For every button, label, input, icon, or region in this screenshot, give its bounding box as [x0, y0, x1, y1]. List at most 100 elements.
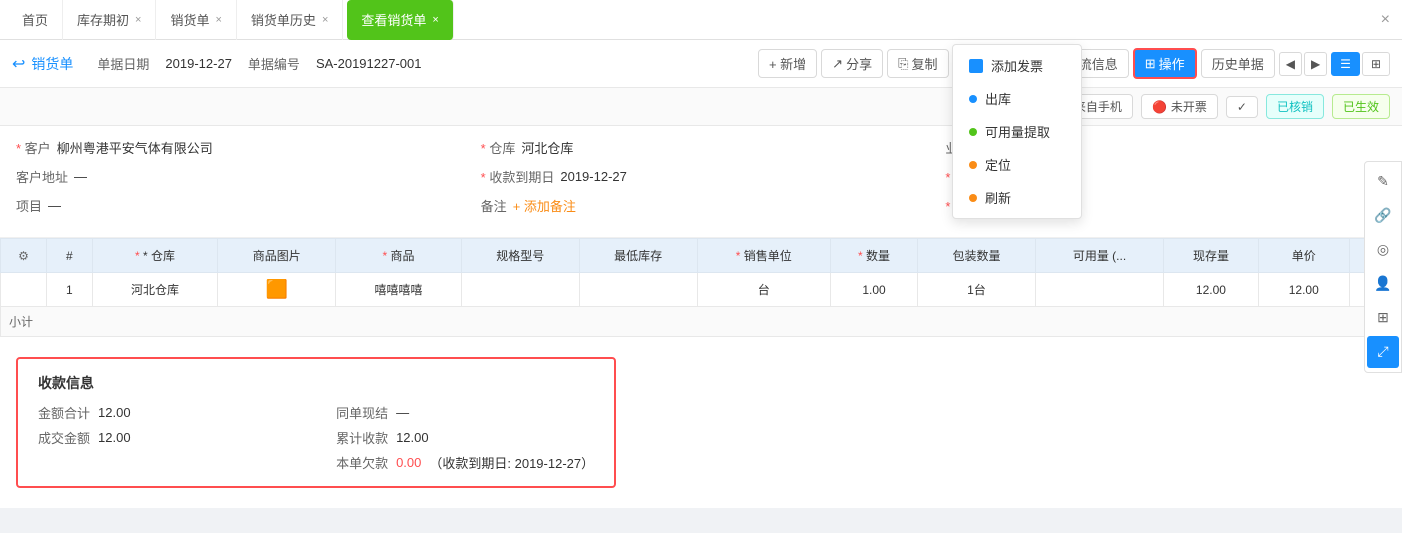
tab-sales-history-close[interactable]: × — [322, 14, 328, 26]
col-unit: * 销售单位 — [697, 239, 830, 273]
doc-date-label: 单据日期 — [97, 54, 149, 73]
refresh-item[interactable]: 刷新 — [953, 181, 1081, 214]
same-order-label: 同单现结 — [336, 403, 388, 422]
project-value: — — [48, 198, 61, 213]
customer-label: 客户 — [16, 138, 51, 157]
available-fetch-item[interactable]: 可用量提取 — [953, 115, 1081, 148]
sidebar-user-icon[interactable]: 👤 — [1367, 268, 1399, 300]
address-label: 客户地址 — [16, 167, 68, 186]
doc-number-value: SA-20191227-001 — [316, 56, 422, 71]
status-checked-badge: 已核销 — [1266, 94, 1324, 119]
same-order-row: 同单现结 — — [336, 403, 594, 422]
accumulated-value: 12.00 — [396, 430, 429, 445]
product-image: 🟧 — [266, 279, 288, 299]
view-grid-button[interactable]: ⊞ — [1362, 52, 1390, 76]
tab-sales[interactable]: 销货单 × — [156, 0, 236, 40]
tab-sales-close[interactable]: × — [215, 14, 221, 26]
accumulated-row: 累计收款 12.00 — [336, 428, 594, 447]
customer-field: 客户 柳州粤港平安气体有限公司 — [16, 138, 457, 157]
doc-type-icon: ↩ — [12, 54, 25, 74]
sidebar-edit-icon[interactable]: ✎ — [1367, 166, 1399, 198]
nav-arrows: ◀ ▶ — [1279, 52, 1327, 76]
project-label: 项目 — [16, 196, 42, 215]
payment-grid: 金额合计 12.00 同单现结 — 成交金额 12.00 累计收款 12.00 — [38, 403, 594, 472]
verified-check-button[interactable]: ✓ — [1226, 96, 1258, 118]
warehouse-field: 仓库 河北仓库 — [481, 138, 922, 157]
subtotal-row: 小计 — [1, 307, 1402, 337]
payment-date-label: 收款到期日 — [481, 167, 555, 186]
this-order-label: 本单欠款 — [336, 453, 388, 472]
doc-date-value: 2019-12-27 — [165, 56, 232, 71]
col-gear[interactable]: ⚙ — [1, 239, 47, 273]
sidebar-link-icon[interactable]: 🔗 — [1367, 200, 1399, 232]
tab-view-sales[interactable]: 查看销货单 × — [347, 0, 453, 40]
share-button[interactable]: ↗ 分享 — [821, 49, 883, 78]
add-invoice-item[interactable]: 添加发票 — [953, 49, 1081, 82]
outbound-item[interactable]: 出库 — [953, 82, 1081, 115]
new-button[interactable]: + 新增 — [758, 49, 817, 78]
not-open-ticket-button[interactable]: 🔴 未开票 — [1141, 94, 1218, 119]
col-product: * 商品 — [336, 239, 462, 273]
add-note-button[interactable]: 添加备注 — [513, 196, 576, 215]
right-sidebar: ✎ 🔗 ◎ 👤 ⊞ ⤢ — [1364, 161, 1402, 373]
accumulated-label: 累计收款 — [336, 428, 388, 447]
history-button[interactable]: 历史单据 — [1201, 49, 1275, 78]
col-available: 可用量 (... — [1035, 239, 1163, 273]
payment-date-value: 2019-12-27 — [560, 169, 627, 184]
col-unit-price: 单价 — [1258, 239, 1349, 273]
col-min-stock: 最低库存 — [579, 239, 697, 273]
note-field: 备注 添加备注 — [481, 196, 922, 215]
copy-button[interactable]: ⎘ 复制 — [887, 49, 948, 78]
locate-dot — [969, 161, 977, 169]
close-all-tabs[interactable]: × — [1381, 11, 1390, 29]
tab-sales-history[interactable]: 销货单历史 × — [237, 0, 343, 40]
tab-view-sales-close[interactable]: × — [432, 14, 438, 26]
check-icon: ✓ — [1237, 100, 1247, 114]
table-row: 1 河北仓库 🟧 嘻嘻嘻嘻 台 1.00 1台 12.00 12.00 0. — [1, 273, 1402, 307]
warehouse-value: 河北仓库 — [521, 138, 573, 157]
tab-inventory-close[interactable]: × — [135, 14, 141, 26]
doc-type-label: 销货单 — [31, 54, 73, 74]
share-icon: ↗ — [832, 56, 843, 72]
sidebar-table-icon[interactable]: ⊞ — [1367, 302, 1399, 334]
next-button[interactable]: ▶ — [1304, 52, 1327, 76]
col-qty: * 数量 — [831, 239, 918, 273]
address-value: — — [74, 169, 87, 184]
add-invoice-icon — [969, 59, 983, 73]
customer-value: 柳州粤港平安气体有限公司 — [57, 138, 213, 157]
tab-inventory[interactable]: 库存期初 × — [63, 0, 156, 40]
main-content: ↩ 销货单 单据日期 2019-12-27 单据编号 SA-20191227-0… — [0, 40, 1402, 508]
available-dot — [969, 128, 977, 136]
form-section: 客户 柳州粤港平安气体有限公司 仓库 河北仓库 业务员 演示账号 客户地址 — … — [0, 126, 1402, 238]
toolbar: ↩ 销货单 单据日期 2019-12-27 单据编号 SA-20191227-0… — [0, 40, 1402, 88]
col-warehouse: * * 仓库 — [92, 239, 218, 273]
this-order-full-row: 本单欠款 0.00 （收款到期日: 2019-12-27） — [336, 453, 594, 472]
transaction-value: 12.00 — [98, 430, 131, 445]
view-list-button[interactable]: ☰ — [1331, 52, 1360, 76]
tab-bar: 首页 库存期初 × 销货单 × 销货单历史 × 查看销货单 × × — [0, 0, 1402, 40]
doc-title: ↩ 销货单 — [12, 54, 73, 74]
col-image: 商品图片 — [218, 239, 336, 273]
payment-title: 收款信息 — [38, 373, 594, 393]
view-toggle: ☰ ⊞ — [1331, 52, 1390, 76]
refresh-dot — [969, 194, 977, 202]
total-amount-row: 金额合计 12.00 — [38, 403, 296, 422]
project-field: 项目 — — [16, 196, 457, 215]
sidebar-circle-icon[interactable]: ◎ — [1367, 234, 1399, 266]
outbound-dot — [969, 95, 977, 103]
locate-item[interactable]: 定位 — [953, 148, 1081, 181]
form-row-3: 项目 — 备注 添加备注 业务员孟 — — [16, 196, 1386, 215]
col-pack-qty: 包装数量 — [918, 239, 1036, 273]
col-stock: 现存量 — [1164, 239, 1259, 273]
operations-button[interactable]: ⊞ 操作 — [1133, 48, 1197, 79]
secondary-toolbar: 📱 来自手机 🔴 未开票 ✓ 已核销 已生效 — [0, 88, 1402, 126]
operations-dropdown: 添加发票 出库 可用量提取 定位 刷新 — [952, 44, 1082, 219]
tab-home[interactable]: 首页 — [8, 0, 63, 40]
transaction-label: 成交金额 — [38, 428, 90, 447]
prev-button[interactable]: ◀ — [1279, 52, 1302, 76]
sidebar-expand-icon[interactable]: ⤢ — [1367, 336, 1399, 368]
status-effective-badge: 已生效 — [1332, 94, 1390, 119]
payment-date-field: 收款到期日 2019-12-27 — [481, 167, 922, 186]
copy-icon: ⎘ — [898, 56, 908, 72]
doc-meta: 单据日期 2019-12-27 单据编号 SA-20191227-001 — [97, 54, 750, 73]
